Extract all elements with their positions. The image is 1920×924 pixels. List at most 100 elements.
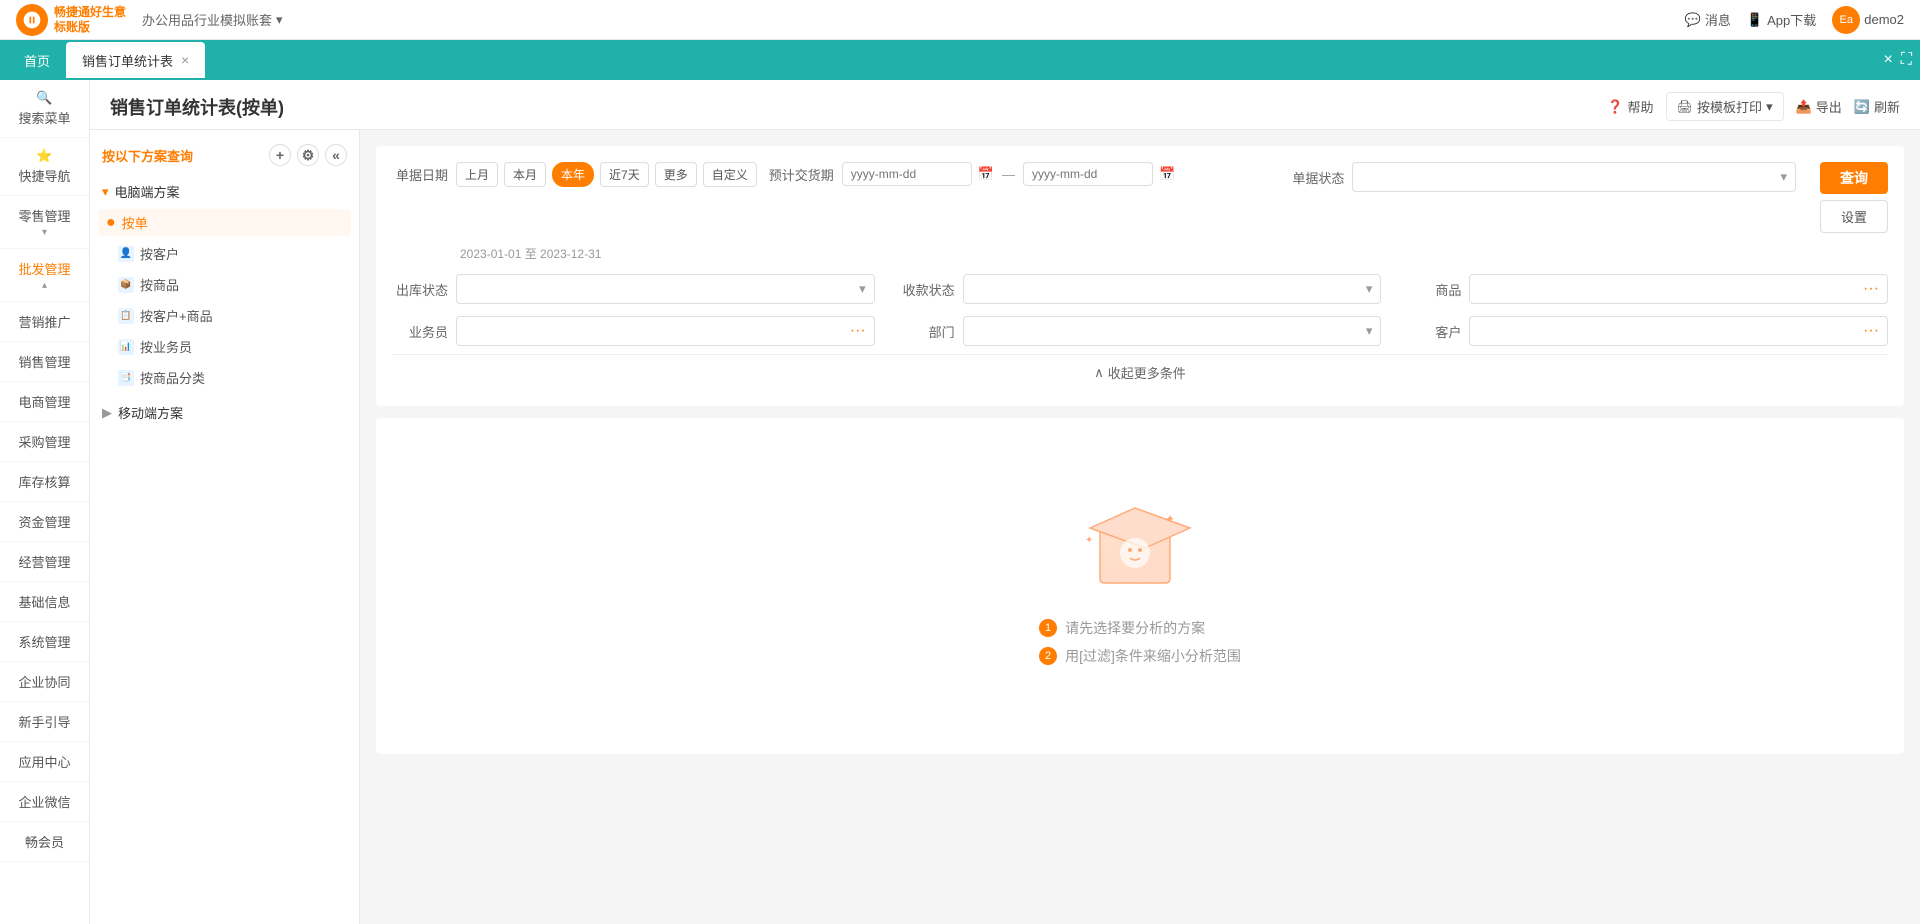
selector-arrow-icon: ▾ <box>276 12 283 28</box>
date-range-text: 2023-01-01 至 2023-12-31 <box>460 247 601 261</box>
date-start-input[interactable] <box>842 162 972 186</box>
customer-ellipsis-icon[interactable]: ··· <box>1863 322 1879 340</box>
export-action[interactable]: 📤 导出 <box>1796 97 1842 116</box>
panel-item-按商品分类[interactable]: 📑 按商品分类 <box>98 362 351 393</box>
print-icon: 🖨 <box>1677 99 1694 115</box>
status-select[interactable]: ▾ <box>1352 162 1796 192</box>
panel-settings-btn[interactable]: ⚙ <box>297 144 319 166</box>
out-status-select[interactable]: ▾ <box>456 274 875 304</box>
date-btn-last-month[interactable]: 上月 <box>456 162 498 187</box>
ecommerce-label: 电商管理 <box>18 392 70 411</box>
wholesale-arrow-icon: ▴ <box>42 280 47 291</box>
sidebar-item-retail[interactable]: 零售管理 ▾ <box>0 196 89 249</box>
settings-button[interactable]: 设置 <box>1820 200 1888 233</box>
date-label: 单据日期 <box>392 165 448 184</box>
goods-label: 商品 <box>1405 280 1461 299</box>
panel-item-按商品[interactable]: 📦 按商品 <box>98 269 351 300</box>
dept-select[interactable]: ▾ <box>963 316 1382 346</box>
tab-maximize-icon[interactable]: ⛶ <box>1901 51 1912 69</box>
page-header-actions: ❓ 帮助 🖨 按模板打印 ▾ 📤 导出 🔄 刷新 <box>1607 92 1900 121</box>
panel-item-按客户[interactable]: 👤 按客户 <box>98 238 351 269</box>
refresh-label: 刷新 <box>1874 97 1900 116</box>
panel-mobile-group-title[interactable]: ▶ 移动端方案 <box>98 397 351 428</box>
sidebar-item-management[interactable]: 经营管理 <box>0 542 89 582</box>
management-label: 经营管理 <box>18 552 70 571</box>
tab-home[interactable]: 首页 <box>8 40 66 80</box>
calendar-start-icon[interactable]: 📅 <box>978 166 994 182</box>
sidebar-item-purchase[interactable]: 采购管理 <box>0 422 89 462</box>
sidebar-item-system[interactable]: 系统管理 <box>0 622 89 662</box>
salesman-ellipsis-icon[interactable]: ··· <box>850 322 866 340</box>
logo-text: 畅捷通好生意 标账版 <box>54 5 126 34</box>
date-end-input[interactable] <box>1023 162 1153 186</box>
salesman-select[interactable]: ··· <box>456 316 875 346</box>
customer-goods-icon: 📋 <box>118 308 134 324</box>
collapse-label: 收起更多条件 <box>1108 363 1186 382</box>
customer-select[interactable]: ··· <box>1469 316 1888 346</box>
app-selector[interactable]: 办公用品行业模拟账套 ▾ <box>134 6 291 33</box>
panel-item-按业务员[interactable]: 📊 按业务员 <box>98 331 351 362</box>
print-action[interactable]: 🖨 按模板打印 ▾ <box>1666 92 1784 121</box>
panel-item-按单[interactable]: ● 按单 <box>98 209 351 236</box>
customer-label: 客户 <box>1405 322 1461 341</box>
date-btn-this-month[interactable]: 本月 <box>504 162 546 187</box>
out-status-arrow-icon: ▾ <box>859 281 866 297</box>
sidebar-item-basic-info[interactable]: 基础信息 <box>0 582 89 622</box>
user-action[interactable]: Ea demo2 <box>1832 6 1904 34</box>
collapse-btn[interactable]: ∧ 收起更多条件 <box>392 354 1888 390</box>
sidebar-item-marketing[interactable]: 营销推广 <box>0 302 89 342</box>
panel-pc-group-title[interactable]: ▾ 电脑端方案 <box>98 176 351 207</box>
sidebar-item-member[interactable]: 畅会员 <box>0 822 89 862</box>
sidebar-item-wechat[interactable]: 企业微信 <box>0 782 89 822</box>
sidebar-item-ecommerce[interactable]: 电商管理 <box>0 382 89 422</box>
sidebar-item-appcenter[interactable]: 应用中心 <box>0 742 89 782</box>
panel-item-按客户商品[interactable]: 📋 按客户+商品 <box>98 300 351 331</box>
empty-hint-2: 2 用[过滤]条件来缩小分析范围 <box>1039 646 1241 666</box>
date-btn-this-year[interactable]: 本年 <box>552 162 594 187</box>
receipt-status-label: 收款状态 <box>899 280 955 299</box>
sidebar-item-enterprise[interactable]: 企业协同 <box>0 662 89 702</box>
retail-arrow-icon: ▾ <box>42 227 47 238</box>
calendar-end-icon[interactable]: 📅 <box>1159 166 1175 182</box>
avatar: Ea <box>1832 6 1860 34</box>
sidebar-item-search[interactable]: 🔍 搜索菜单 <box>0 80 89 138</box>
tab-close-icon[interactable]: × <box>181 52 189 68</box>
tab-minimize-icon[interactable]: × <box>1883 51 1892 69</box>
left-panel: 按以下方案查询 + ⚙ « ▾ 电脑端方案 ● <box>90 130 360 924</box>
panel-mobile-label: 移动端方案 <box>118 403 183 422</box>
panel-customer-label: 按客户 <box>140 244 179 263</box>
date-btn-more[interactable]: 更多 <box>655 162 697 187</box>
page-area: 销售订单统计表(按单) ❓ 帮助 🖨 按模板打印 ▾ 📤 导出 <box>90 80 1920 924</box>
date-btn-7days[interactable]: 近7天 <box>600 162 649 187</box>
goods-select[interactable]: ··· <box>1469 274 1888 304</box>
sidebar-item-newuser[interactable]: 新手引导 <box>0 702 89 742</box>
panel-collapse-btn[interactable]: « <box>325 144 347 166</box>
filter-section: 单据日期 上月 本月 本年 近7天 更多 自定义 <box>376 146 1904 406</box>
search-icon: 🔍 <box>36 90 52 106</box>
salesman-icon: 📊 <box>118 339 134 355</box>
receipt-status-select[interactable]: ▾ <box>963 274 1382 304</box>
help-action[interactable]: ❓ 帮助 <box>1607 97 1653 116</box>
query-button[interactable]: 查询 <box>1820 162 1888 194</box>
sidebar-item-wholesale[interactable]: 批发管理 ▴ <box>0 249 89 302</box>
panel-active-label: 按单 <box>122 213 148 232</box>
sidebar-item-inventory[interactable]: 库存核算 <box>0 462 89 502</box>
message-action[interactable]: 💬 消息 <box>1685 10 1731 29</box>
marketing-label: 营销推广 <box>18 312 70 331</box>
nav-icon: ⭐ <box>36 148 52 164</box>
tab-current[interactable]: 销售订单统计表 × <box>66 42 205 78</box>
sidebar-item-finance[interactable]: 资金管理 <box>0 502 89 542</box>
expected-date-label: 预计交货期 <box>769 165 834 184</box>
empty-num-2: 2 <box>1039 647 1057 665</box>
panel-add-btn[interactable]: + <box>269 144 291 166</box>
date-btn-custom[interactable]: 自定义 <box>703 162 757 187</box>
sidebar-item-quick-nav[interactable]: ⭐ 快捷导航 <box>0 138 89 196</box>
sidebar-item-sales[interactable]: 销售管理 <box>0 342 89 382</box>
help-label: 帮助 <box>1628 97 1654 116</box>
app-download-action[interactable]: 📱 App下载 <box>1747 10 1816 29</box>
customer-icon: 👤 <box>118 246 134 262</box>
refresh-action[interactable]: 🔄 刷新 <box>1854 97 1900 116</box>
help-icon: ❓ <box>1607 99 1623 115</box>
export-label: 导出 <box>1816 97 1842 116</box>
goods-ellipsis-icon[interactable]: ··· <box>1863 280 1879 298</box>
